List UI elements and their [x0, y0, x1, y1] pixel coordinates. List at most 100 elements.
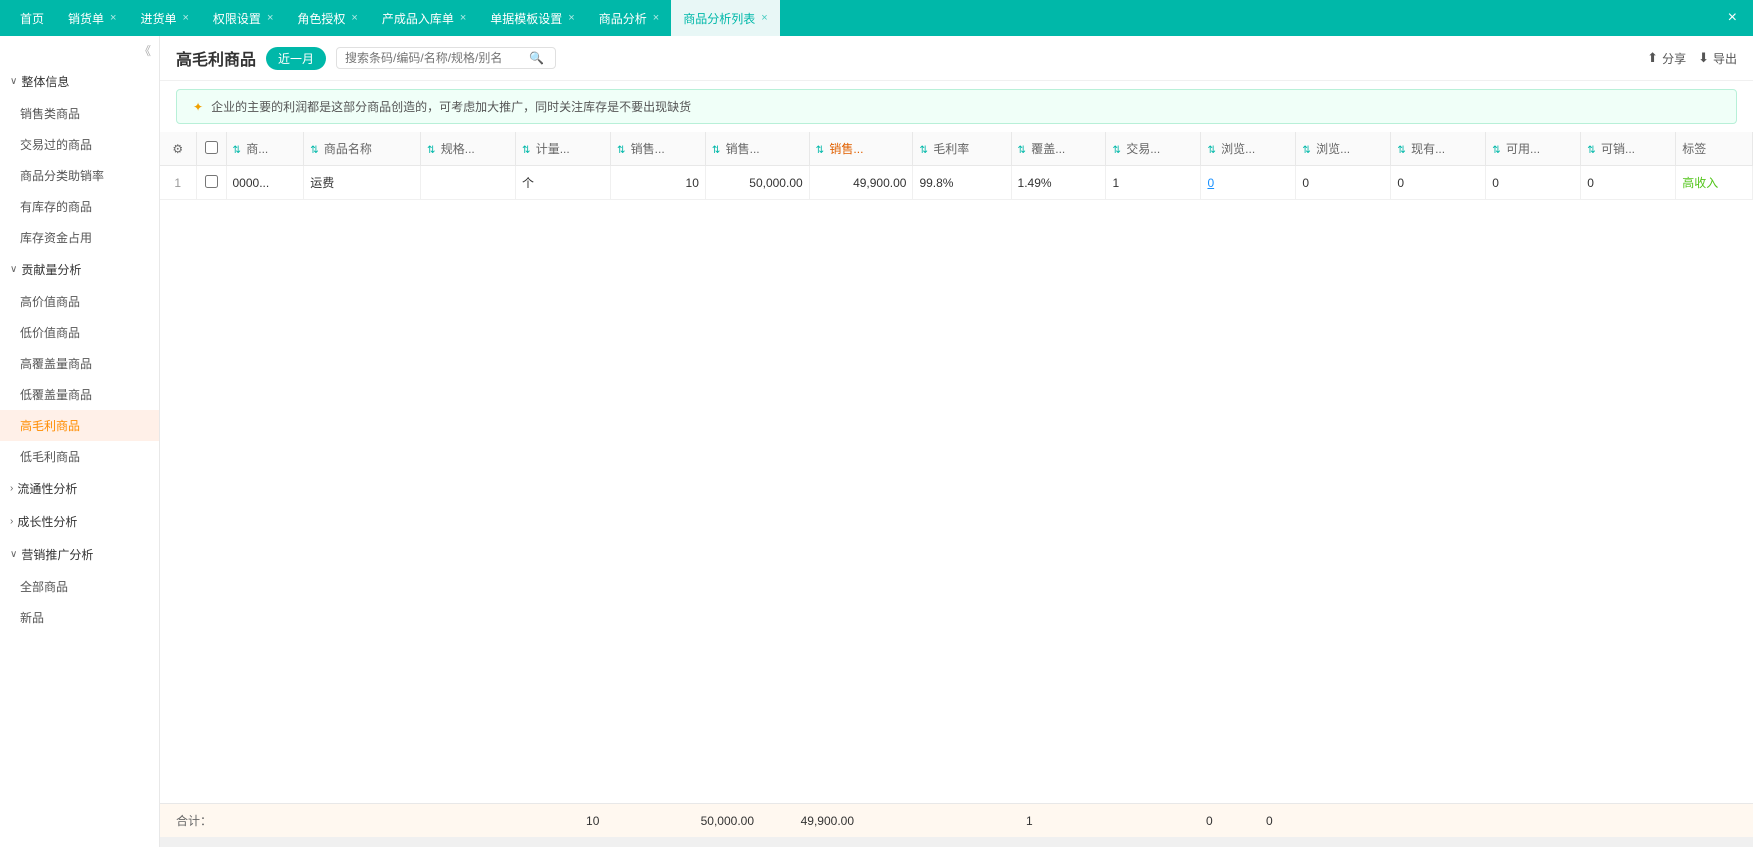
- col-code[interactable]: ⇅ 商...: [226, 132, 304, 166]
- table-container[interactable]: ⚙ ⇅ 商... ⇅ 商品名称: [160, 132, 1753, 803]
- row-unit: 个: [515, 166, 610, 200]
- footer-net-amount: 49,900.00: [760, 814, 860, 828]
- row-tag: 高收入: [1676, 166, 1753, 200]
- row-amount: 50,000.00: [705, 166, 809, 200]
- row-current: 0: [1391, 166, 1486, 200]
- col-name[interactable]: ⇅ 商品名称: [304, 132, 421, 166]
- col-view2[interactable]: ⇅ 浏览...: [1296, 132, 1391, 166]
- row-checkbox[interactable]: [205, 175, 218, 188]
- group-expand-icon: ∨: [10, 76, 17, 87]
- share-button[interactable]: ⬆ 分享: [1647, 50, 1686, 67]
- close-analysis-icon[interactable]: ×: [653, 12, 659, 24]
- search-icon[interactable]: 🔍: [529, 51, 544, 65]
- sidebar-item-new-goods[interactable]: 新品: [0, 602, 159, 633]
- sidebar-group-overall[interactable]: ∨ 整体信息: [0, 65, 159, 98]
- sidebar-item-all-goods[interactable]: 全部商品: [0, 571, 159, 602]
- filter-period-button[interactable]: 近一月: [266, 47, 326, 70]
- close-analysis-list-icon[interactable]: ×: [761, 12, 767, 24]
- row-spec: [421, 166, 516, 200]
- sidebar-group-liquidity[interactable]: › 流通性分析: [0, 472, 159, 505]
- data-table: ⚙ ⇅ 商... ⇅ 商品名称: [160, 132, 1753, 200]
- sidebar-group-marketing[interactable]: ∨ 营销推广分析: [0, 538, 159, 571]
- col-transaction[interactable]: ⇅ 交易...: [1106, 132, 1201, 166]
- nav-production-inbound[interactable]: 产成品入库单 ×: [370, 0, 478, 36]
- footer-available: 0: [1260, 814, 1320, 828]
- group-expand-icon-3: ›: [10, 483, 13, 494]
- close-template-icon[interactable]: ×: [568, 12, 574, 24]
- top-nav: 首页 销货单 × 进货单 × 权限设置 × 角色授权 × 产成品入库单 × 单据…: [0, 0, 1753, 36]
- export-icon: ⬇: [1698, 50, 1709, 66]
- col-available[interactable]: ⇅ 可用...: [1486, 132, 1581, 166]
- group-expand-icon-4: ›: [10, 516, 13, 527]
- nav-home[interactable]: 首页: [8, 0, 56, 36]
- nav-purchase-order[interactable]: 进货单 ×: [128, 0, 200, 36]
- main-layout: 《 ∨ 整体信息 销售类商品 交易过的商品 商品分类助销率 有库存的商品 库存资…: [0, 36, 1753, 847]
- nav-sales-order[interactable]: 销货单 ×: [56, 0, 128, 36]
- sidebar-item-category-rate[interactable]: 商品分类助销率: [0, 160, 159, 191]
- nav-permission-settings[interactable]: 权限设置 ×: [201, 0, 285, 36]
- col-coverage[interactable]: ⇅ 覆盖...: [1011, 132, 1106, 166]
- col-gross-rate[interactable]: ⇅ 毛利率: [913, 132, 1011, 166]
- sidebar-item-high-margin[interactable]: 高毛利商品: [0, 410, 159, 441]
- horizontal-scrollbar[interactable]: [160, 837, 1753, 847]
- row-gross-rate: 99.8%: [913, 166, 1011, 200]
- nav-template-settings[interactable]: 单据模板设置 ×: [478, 0, 586, 36]
- sidebar-item-low-coverage[interactable]: 低覆盖量商品: [0, 379, 159, 410]
- table-header-row: ⚙ ⇅ 商... ⇅ 商品名称: [160, 132, 1753, 166]
- footer-label: 合计：: [176, 812, 212, 829]
- sidebar-group-contribution[interactable]: ∨ 贡献量分析: [0, 253, 159, 286]
- col-view1[interactable]: ⇅ 浏览...: [1201, 132, 1296, 166]
- row-code: 0000...: [226, 166, 304, 200]
- row-view2: 0: [1296, 166, 1391, 200]
- group-expand-icon-5: ∨: [10, 549, 17, 560]
- search-box: 🔍: [336, 47, 556, 69]
- share-icon: ⬆: [1647, 50, 1658, 66]
- sidebar-item-high-value[interactable]: 高价值商品: [0, 286, 159, 317]
- footer-current: 0: [1200, 814, 1260, 828]
- col-spec[interactable]: ⇅ 规格...: [421, 132, 516, 166]
- col-current[interactable]: ⇅ 现有...: [1391, 132, 1486, 166]
- close-permission-icon[interactable]: ×: [267, 12, 273, 24]
- footer-transaction: 1: [1020, 814, 1080, 828]
- col-qty[interactable]: ⇅ 销售...: [610, 132, 705, 166]
- col-amount[interactable]: ⇅ 销售...: [705, 132, 809, 166]
- col-tag[interactable]: 标签: [1676, 132, 1753, 166]
- row-available: 0: [1486, 166, 1581, 200]
- content-area: 高毛利商品 近一月 🔍 ⬆ 分享 ⬇ 导出 ✦ 企业的主要的利润都是这部分商品创…: [160, 36, 1753, 847]
- sidebar: 《 ∨ 整体信息 销售类商品 交易过的商品 商品分类助销率 有库存的商品 库存资…: [0, 36, 160, 847]
- export-button[interactable]: ⬇ 导出: [1698, 50, 1737, 67]
- close-all-button[interactable]: ×: [1720, 9, 1745, 27]
- col-saleable[interactable]: ⇅ 可销...: [1581, 132, 1676, 166]
- close-sales-order-icon[interactable]: ×: [110, 12, 116, 24]
- sidebar-item-sales-goods[interactable]: 销售类商品: [0, 98, 159, 129]
- close-role-auth-icon[interactable]: ×: [351, 12, 357, 24]
- close-purchase-order-icon[interactable]: ×: [182, 12, 188, 24]
- sidebar-collapse-button[interactable]: 《: [0, 36, 159, 65]
- row-view1[interactable]: 0: [1201, 166, 1296, 200]
- content-header: 高毛利商品 近一月 🔍 ⬆ 分享 ⬇ 导出: [160, 36, 1753, 81]
- row-checkbox-cell[interactable]: [196, 166, 226, 200]
- sidebar-item-high-coverage[interactable]: 高覆盖量商品: [0, 348, 159, 379]
- sidebar-item-stock-funds[interactable]: 库存资金占用: [0, 222, 159, 253]
- search-input[interactable]: [345, 51, 525, 65]
- close-production-icon[interactable]: ×: [460, 12, 466, 24]
- footer-amount: 50,000.00: [660, 814, 760, 828]
- nav-role-auth[interactable]: 角色授权 ×: [285, 0, 369, 36]
- nav-analysis-list[interactable]: 商品分析列表 ×: [671, 0, 779, 36]
- col-settings[interactable]: ⚙: [160, 132, 196, 166]
- row-transaction: 1: [1106, 166, 1201, 200]
- action-buttons: ⬆ 分享 ⬇ 导出: [1647, 50, 1737, 67]
- row-coverage: 1.49%: [1011, 166, 1106, 200]
- sidebar-item-low-value[interactable]: 低价值商品: [0, 317, 159, 348]
- nav-product-analysis[interactable]: 商品分析 ×: [587, 0, 671, 36]
- sidebar-item-in-stock[interactable]: 有库存的商品: [0, 191, 159, 222]
- col-net-amount[interactable]: ⇅ 销售...: [809, 132, 913, 166]
- row-name: 运费: [304, 166, 421, 200]
- sidebar-group-growth[interactable]: › 成长性分析: [0, 505, 159, 538]
- col-unit[interactable]: ⇅ 计量...: [515, 132, 610, 166]
- col-checkbox[interactable]: [196, 132, 226, 166]
- sidebar-item-low-margin[interactable]: 低毛利商品: [0, 441, 159, 472]
- sidebar-item-traded-goods[interactable]: 交易过的商品: [0, 129, 159, 160]
- select-all-checkbox[interactable]: [205, 141, 218, 154]
- table-row: 1 0000... 运费: [160, 166, 1753, 200]
